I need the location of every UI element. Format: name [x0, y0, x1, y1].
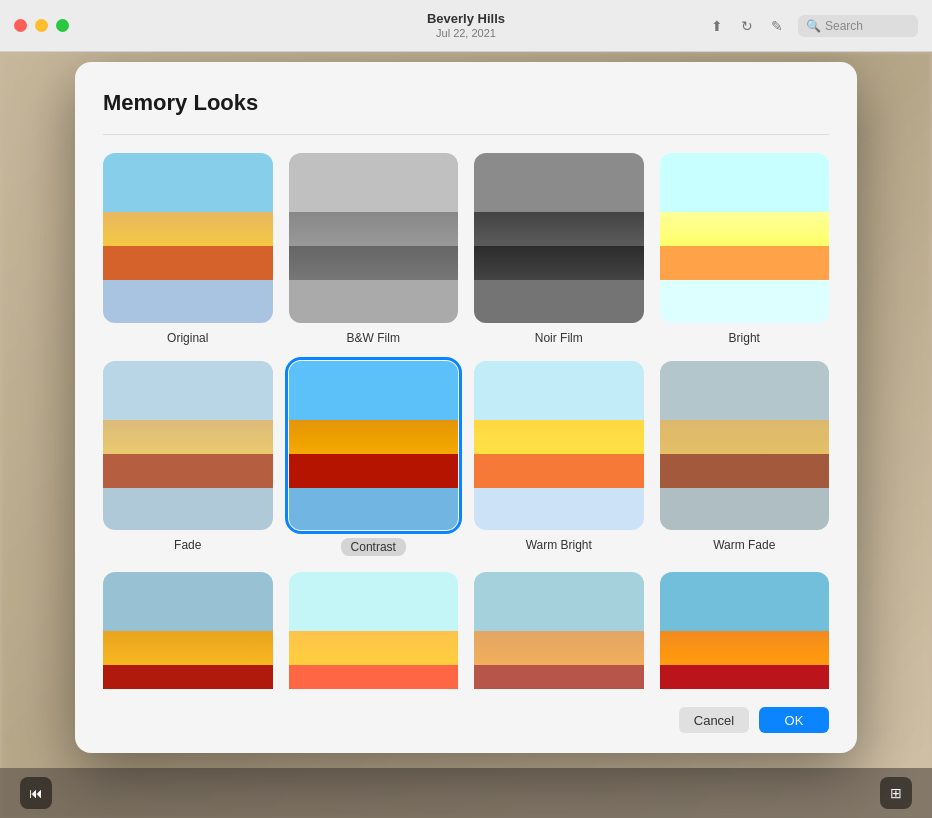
close-button[interactable]	[14, 19, 27, 32]
look-label-contrast: Contrast	[341, 538, 406, 556]
look-thumb-cool-fade[interactable]	[474, 572, 644, 689]
look-photo-bright	[660, 153, 830, 323]
traffic-lights	[14, 19, 69, 32]
minimize-button[interactable]	[35, 19, 48, 32]
look-thumb-bright[interactable]	[660, 153, 830, 323]
look-photo-warm-fade	[660, 361, 830, 531]
dialog-footer: Cancel OK	[103, 693, 829, 733]
look-thumb-cool-contrast[interactable]	[660, 572, 830, 689]
look-item-contrast: Contrast	[289, 361, 459, 557]
title-text: Beverly Hills	[427, 11, 505, 27]
edit-icon[interactable]: ✎	[768, 17, 786, 35]
look-thumb-bw-film[interactable]	[289, 153, 459, 323]
titlebar: Beverly Hills Jul 22, 2021 ⬆ ↻ ✎ 🔍 Searc…	[0, 0, 932, 52]
share-icon[interactable]: ⬆	[708, 17, 726, 35]
look-photo-cool-fade	[474, 572, 644, 689]
grid-icon[interactable]: ⊞	[880, 777, 912, 809]
look-label-original: Original	[167, 331, 208, 345]
look-thumb-cool-bright[interactable]	[289, 572, 459, 689]
look-item-noir-film: Noir Film	[474, 153, 644, 345]
ok-button[interactable]: OK	[759, 707, 829, 733]
look-photo-cool-bright	[289, 572, 459, 689]
back-icon[interactable]: ⏮	[20, 777, 52, 809]
look-item-bright: Bright	[660, 153, 830, 345]
titlebar-controls: ⬆ ↻ ✎ 🔍 Search	[708, 15, 918, 37]
look-label-bw-film: B&W Film	[347, 331, 400, 345]
subtitle-text: Jul 22, 2021	[427, 27, 505, 40]
look-photo-warm-contrast	[103, 572, 273, 689]
look-photo-original	[103, 153, 273, 323]
look-thumb-noir-film[interactable]	[474, 153, 644, 323]
look-thumb-contrast[interactable]	[289, 361, 459, 531]
look-thumb-warm-contrast[interactable]	[103, 572, 273, 689]
look-item-original: Original	[103, 153, 273, 345]
look-label-fade: Fade	[174, 538, 201, 552]
look-item-warm-fade: Warm Fade	[660, 361, 830, 557]
look-thumb-original[interactable]	[103, 153, 273, 323]
look-item-cool-bright: Cool Bright	[289, 572, 459, 689]
search-icon: 🔍	[806, 19, 821, 33]
look-label-noir-film: Noir Film	[535, 331, 583, 345]
look-item-cool-fade: Cool Fade	[474, 572, 644, 689]
dialog-title: Memory Looks	[103, 90, 829, 116]
memory-looks-dialog: Memory Looks Original B&W Film Noir Film Br…	[75, 62, 857, 753]
search-bar[interactable]: 🔍 Search	[798, 15, 918, 37]
search-placeholder: Search	[825, 19, 863, 33]
look-photo-bw-film	[289, 153, 459, 323]
maximize-button[interactable]	[56, 19, 69, 32]
looks-grid: Original B&W Film Noir Film Bright Fade Contr…	[103, 153, 829, 689]
cancel-button[interactable]: Cancel	[679, 707, 749, 733]
look-photo-fade	[103, 361, 273, 531]
look-photo-warm-bright	[474, 361, 644, 531]
look-photo-noir-film	[474, 153, 644, 323]
bottom-bar: ⏮ ⊞	[0, 768, 932, 818]
look-item-warm-contrast: Warm Contrast	[103, 572, 273, 689]
look-label-bright: Bright	[729, 331, 760, 345]
window-title: Beverly Hills Jul 22, 2021	[427, 11, 505, 40]
rotate-icon[interactable]: ↻	[738, 17, 756, 35]
look-label-warm-bright: Warm Bright	[526, 538, 592, 552]
look-photo-contrast	[289, 361, 459, 531]
look-item-bw-film: B&W Film	[289, 153, 459, 345]
look-item-fade: Fade	[103, 361, 273, 557]
look-thumb-warm-bright[interactable]	[474, 361, 644, 531]
divider	[103, 134, 829, 135]
look-item-cool-contrast: Cool Contrast	[660, 572, 830, 689]
look-thumb-warm-fade[interactable]	[660, 361, 830, 531]
look-item-warm-bright: Warm Bright	[474, 361, 644, 557]
look-thumb-fade[interactable]	[103, 361, 273, 531]
look-photo-cool-contrast	[660, 572, 830, 689]
look-label-warm-fade: Warm Fade	[713, 538, 775, 552]
